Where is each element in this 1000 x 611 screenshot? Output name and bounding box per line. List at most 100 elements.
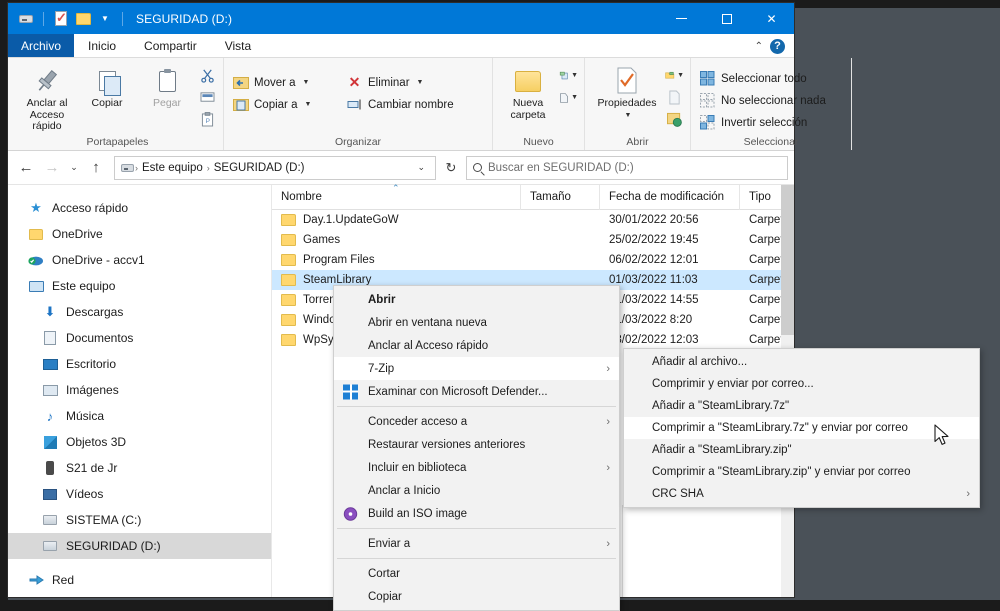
search-input[interactable]: Buscar en SEGURIDAD (D:)	[488, 162, 634, 174]
submenu-item-anadir-zip[interactable]: Añadir a "SteamLibrary.zip"	[624, 439, 979, 461]
column-label-fecha: Fecha de modificación	[609, 191, 724, 203]
chevron-down-icon[interactable]: ⌄	[411, 162, 431, 173]
move-to-button[interactable]: Mover a ▼	[230, 72, 342, 93]
context-menu-item-defender[interactable]: Examinar con Microsoft Defender...	[334, 380, 619, 403]
column-header-nombre[interactable]: Nombre ⌃	[272, 185, 521, 210]
sidebar-item-onedrive-accv1[interactable]: OneDrive - accv1	[8, 247, 271, 273]
sidebar-label-este-equipo: Este equipo	[52, 279, 115, 293]
invert-selection-button[interactable]: Invertir selección	[697, 112, 845, 133]
delete-caret-icon[interactable]: ▼	[417, 79, 424, 86]
sidebar-item-objetos-3d[interactable]: Objetos 3D	[8, 429, 271, 455]
tab-archivo[interactable]: Archivo	[8, 34, 74, 57]
submenu-item-anadir-7z[interactable]: Añadir a "SteamLibrary.7z"	[624, 395, 979, 417]
sidebar-item-escritorio[interactable]: Escritorio	[8, 351, 271, 377]
submenu-item-crc-sha[interactable]: CRC SHA ›	[624, 483, 979, 505]
context-menu-item-abrir[interactable]: Abrir	[334, 288, 619, 311]
back-button[interactable]: ←	[14, 156, 38, 180]
context-menu-item-abrir-ventana-nueva[interactable]: Abrir en ventana nueva	[334, 311, 619, 334]
breadcrumb-este-equipo[interactable]: Este equipo	[139, 162, 206, 174]
paste-shortcut-icon[interactable]: P	[198, 110, 217, 129]
table-row[interactable]: Day.1.UpdateGoW 30/01/2022 20:56 Carpeta…	[272, 210, 794, 230]
context-menu-item-anclar-inicio[interactable]: Anclar a Inicio	[334, 479, 619, 502]
properties-caret-icon[interactable]: ▼	[600, 110, 657, 122]
new-folder-button[interactable]: Nueva carpeta	[499, 62, 557, 121]
submenu-item-comprimir-7z-correo[interactable]: Comprimir a "SteamLibrary.7z" y enviar p…	[624, 417, 979, 439]
column-header-fecha[interactable]: Fecha de modificación	[600, 185, 740, 210]
table-row[interactable]: Program Files 06/02/2022 12:01 Carpeta d	[272, 250, 794, 270]
pin-to-quick-access-button[interactable]: Anclar al Acceso rápido	[18, 62, 76, 133]
delete-button[interactable]: ✕ Eliminar ▼	[344, 72, 486, 93]
context-menu-item-enviar-a[interactable]: Enviar a ›	[334, 532, 619, 555]
cut-icon[interactable]	[198, 66, 217, 85]
sidebar-item-red[interactable]: Red	[8, 567, 271, 593]
refresh-button[interactable]: ↻	[438, 156, 464, 180]
scrollbar-thumb[interactable]	[781, 185, 794, 335]
copy-path-icon[interactable]	[198, 88, 217, 107]
context-menu-item-anclar-acceso-rapido[interactable]: Anclar al Acceso rápido	[334, 334, 619, 357]
forward-button[interactable]: →	[40, 156, 64, 180]
help-icon[interactable]: ?	[770, 39, 785, 54]
up-button[interactable]: ↑	[84, 156, 108, 180]
context-menu-item-conceder-acceso[interactable]: Conceder acceso a ›	[334, 410, 619, 433]
column-header-tamano[interactable]: Tamaño	[521, 185, 600, 210]
sidebar-item-musica[interactable]: ♪ Música	[8, 403, 271, 429]
sidebar-item-descargas[interactable]: ⬇ Descargas	[8, 299, 271, 325]
context-menu-item-incluir-biblioteca[interactable]: Incluir en biblioteca ›	[334, 456, 619, 479]
open-icon[interactable]: ▼	[665, 66, 684, 85]
context-menu-item-7zip[interactable]: 7-Zip ›	[334, 357, 619, 380]
table-row[interactable]: Games 25/02/2022 19:45 Carpeta d	[272, 230, 794, 250]
sidebar-item-onedrive[interactable]: OneDrive	[8, 221, 271, 247]
qat-properties-icon[interactable]	[51, 9, 71, 29]
rename-button[interactable]: Cambiar nombre	[344, 94, 486, 115]
properties-button[interactable]: Propiedades ▼	[591, 62, 663, 121]
context-menu-item-cortar[interactable]: Cortar	[334, 562, 619, 585]
submenu-item-comprimir-enviar-correo[interactable]: Comprimir y enviar por correo...	[624, 373, 979, 395]
new-item-icon[interactable]: ▼	[559, 66, 578, 85]
sidebar-item-sistema-c[interactable]: SISTEMA (C:)	[8, 507, 271, 533]
select-all-button[interactable]: Seleccionar todo	[697, 68, 845, 89]
context-menu-item-build-iso[interactable]: Build an ISO image	[334, 502, 619, 525]
ribbon-tab-bar: Archivo Inicio Compartir Vista ⌃ ?	[8, 34, 794, 58]
defender-icon	[342, 383, 359, 400]
copy-to-caret-icon[interactable]: ▼	[304, 101, 311, 108]
select-none-button[interactable]: No seleccionar nada	[697, 90, 845, 111]
sidebar-item-acceso-rapido[interactable]: ★ Acceso rápido	[8, 195, 271, 221]
submenu-label-crc-sha: CRC SHA	[652, 488, 704, 500]
context-menu-item-restaurar-versiones[interactable]: Restaurar versiones anteriores	[334, 433, 619, 456]
search-box[interactable]: Buscar en SEGURIDAD (D:)	[466, 156, 788, 180]
clipboard-small-buttons: P	[198, 62, 217, 129]
sidebar-item-este-equipo[interactable]: Este equipo	[8, 273, 271, 299]
maximize-button[interactable]	[704, 3, 749, 34]
edit-icon[interactable]	[665, 88, 684, 107]
sidebar-item-imagenes[interactable]: Imágenes	[8, 377, 271, 403]
collapse-ribbon-icon[interactable]: ⌃	[755, 41, 763, 52]
iso-icon	[342, 505, 359, 522]
breadcrumb-seguridad[interactable]: SEGURIDAD (D:)	[211, 162, 308, 174]
copy-to-button[interactable]: Copiar a ▼	[230, 94, 342, 115]
ribbon-group-label-organizar: Organizar	[230, 134, 486, 150]
close-button[interactable]: ✕	[749, 3, 794, 34]
qat-customize-caret-icon[interactable]: ▼	[95, 9, 115, 29]
context-menu-label-cortar: Cortar	[368, 568, 400, 580]
easy-access-icon[interactable]: ▼	[559, 88, 578, 107]
submenu-item-comprimir-zip-correo[interactable]: Comprimir a "SteamLibrary.zip" y enviar …	[624, 461, 979, 483]
context-menu-item-copiar[interactable]: Copiar	[334, 585, 619, 608]
address-field[interactable]: › Este equipo › SEGURIDAD (D:) ⌄	[114, 156, 436, 180]
sidebar-item-documentos[interactable]: Documentos	[8, 325, 271, 351]
copy-button[interactable]: Copiar	[78, 62, 136, 110]
move-to-caret-icon[interactable]: ▼	[303, 79, 310, 86]
tab-vista[interactable]: Vista	[211, 34, 265, 57]
history-icon[interactable]	[665, 110, 684, 129]
tab-inicio[interactable]: Inicio	[74, 34, 130, 57]
paste-button[interactable]: Pegar	[138, 62, 196, 110]
sidebar-item-videos[interactable]: Vídeos	[8, 481, 271, 507]
tab-compartir[interactable]: Compartir	[130, 34, 211, 57]
navigation-pane[interactable]: ★ Acceso rápido OneDrive OneDrive - accv…	[8, 185, 272, 597]
sidebar-item-seguridad-d[interactable]: SEGURIDAD (D:)	[8, 533, 271, 559]
qat-new-folder-icon[interactable]	[73, 9, 93, 29]
sidebar-item-s21-de-jr[interactable]: S21 de Jr	[8, 455, 271, 481]
qat-drive-icon[interactable]	[16, 9, 36, 29]
recent-locations-button[interactable]: ⌄	[66, 156, 82, 180]
minimize-button[interactable]	[659, 3, 704, 34]
submenu-item-anadir-al-archivo[interactable]: Añadir al archivo...	[624, 351, 979, 373]
